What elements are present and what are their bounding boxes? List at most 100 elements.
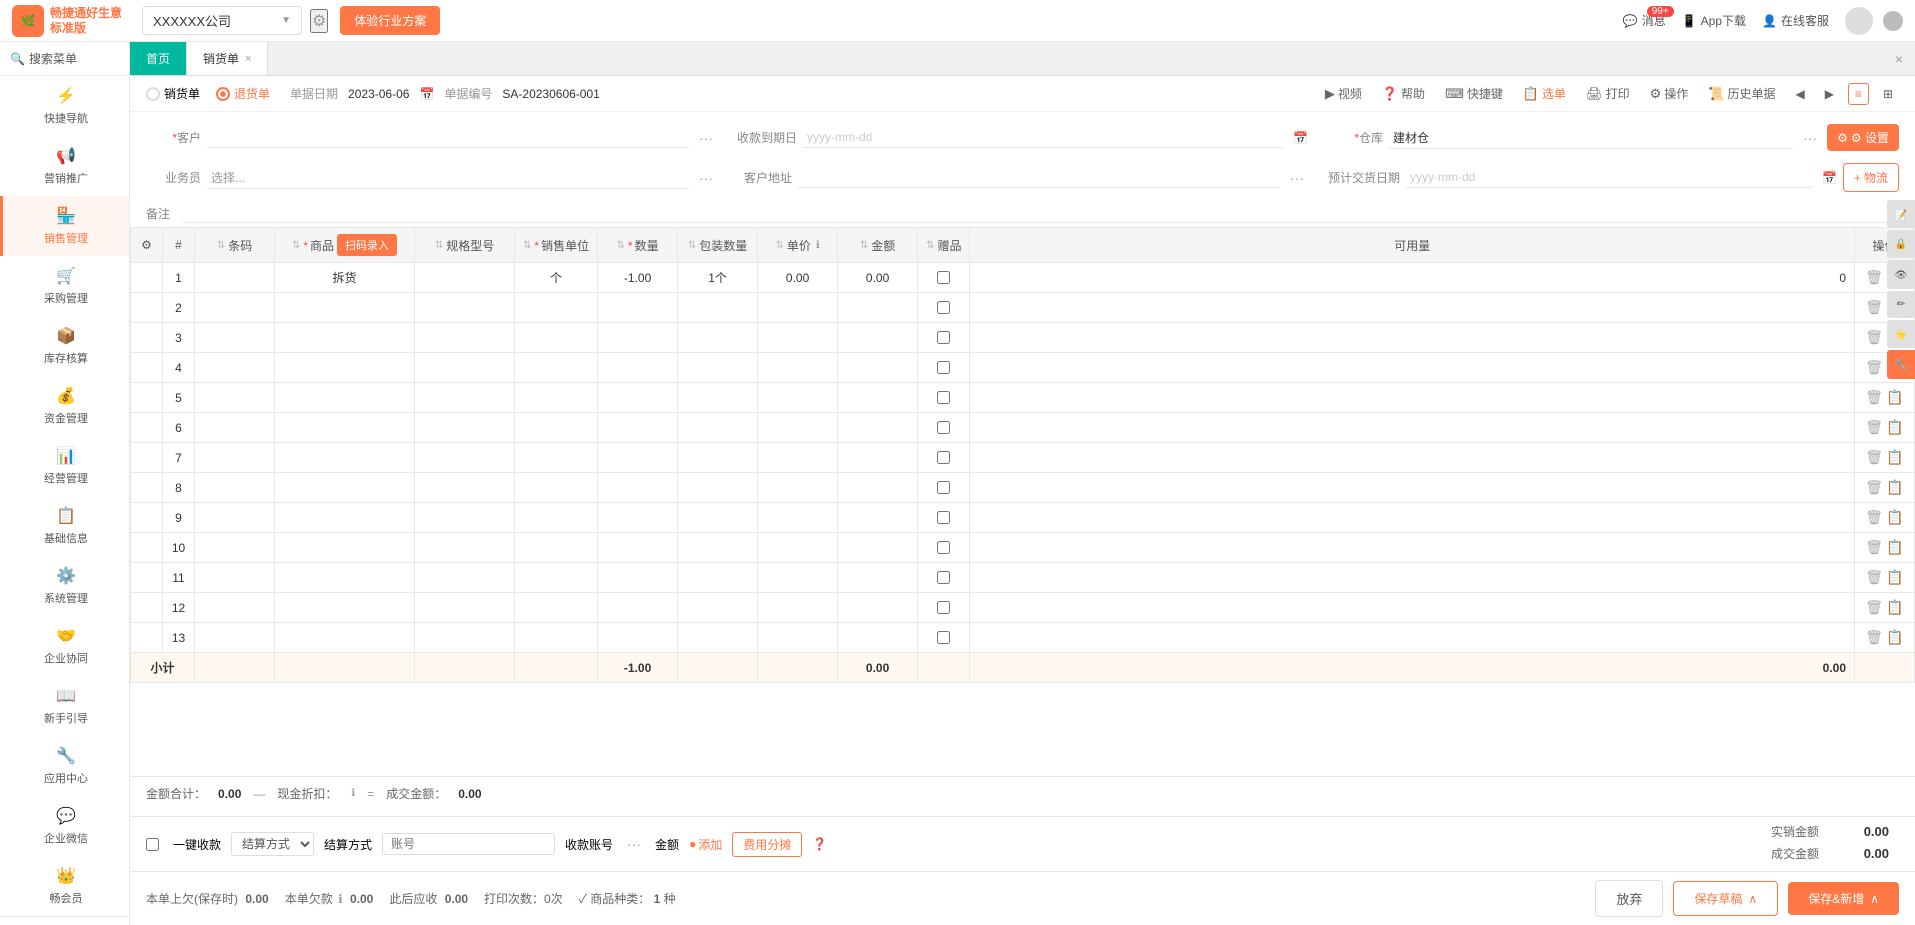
calendar-icon[interactable]: 📅 xyxy=(419,87,434,101)
cell-gift-5[interactable] xyxy=(918,413,970,443)
cell-pkgqty-9[interactable] xyxy=(678,533,758,563)
sidebar-item-business[interactable]: 📊 经营管理 xyxy=(0,436,129,496)
col-spec[interactable]: ⇅ 规格型号 xyxy=(415,228,515,263)
cell-gift-11[interactable] xyxy=(918,593,970,623)
scan-button[interactable]: 扫码录入 xyxy=(337,234,397,256)
delete-icon-5[interactable]: 🗑 xyxy=(1865,419,1883,435)
sidebar-item-basics[interactable]: 📋 基础信息 xyxy=(0,496,129,556)
cell-gift-8[interactable] xyxy=(918,503,970,533)
sidebar-item-enterprise[interactable]: 🤝 企业协同 xyxy=(0,616,129,676)
cell-product-7[interactable] xyxy=(275,473,415,503)
cell-gift-0[interactable] xyxy=(918,263,970,293)
cell-pkgqty-3[interactable] xyxy=(678,353,758,383)
gift-checkbox-1[interactable] xyxy=(937,301,950,314)
cell-pkgqty-5[interactable] xyxy=(678,413,758,443)
gift-checkbox-4[interactable] xyxy=(937,391,950,404)
cell-unit-1[interactable] xyxy=(515,293,598,323)
cell-gift-4[interactable] xyxy=(918,383,970,413)
add-button[interactable]: ● 添加 xyxy=(689,836,722,853)
next-button[interactable]: ▶ xyxy=(1819,84,1840,104)
cell-barcode-5[interactable] xyxy=(195,413,275,443)
cell-product-6[interactable] xyxy=(275,443,415,473)
cell-product-0[interactable]: 拆货 xyxy=(275,263,415,293)
avatar[interactable] xyxy=(1845,7,1873,35)
online-service-button[interactable]: 👤 在线客服 xyxy=(1762,12,1829,29)
cell-unit-5[interactable] xyxy=(515,413,598,443)
cell-amount-8[interactable] xyxy=(838,503,918,533)
cell-spec-9[interactable] xyxy=(415,533,515,563)
cell-gift-6[interactable] xyxy=(918,443,970,473)
cell-amount-12[interactable] xyxy=(838,623,918,653)
delete-icon-1[interactable]: 🗑 xyxy=(1865,299,1883,315)
cell-price-7[interactable] xyxy=(758,473,838,503)
cell-quantity-9[interactable] xyxy=(598,533,678,563)
tab-close-all-button[interactable]: × xyxy=(1883,43,1915,75)
method-select[interactable]: 结算方式 xyxy=(231,832,314,856)
cell-unit-11[interactable] xyxy=(515,593,598,623)
rp-btn-5[interactable]: ⭐ xyxy=(1887,320,1915,348)
cell-quantity-1[interactable] xyxy=(598,293,678,323)
cell-pkgqty-0[interactable]: 1个 xyxy=(678,263,758,293)
cell-spec-0[interactable] xyxy=(415,263,515,293)
cell-spec-5[interactable] xyxy=(415,413,515,443)
delete-icon-8[interactable]: 🗑 xyxy=(1865,509,1883,525)
cell-unit-12[interactable] xyxy=(515,623,598,653)
cell-price-1[interactable] xyxy=(758,293,838,323)
cell-quantity-6[interactable] xyxy=(598,443,678,473)
history-button[interactable]: 📜 历史单据 xyxy=(1702,82,1781,105)
cell-quantity-12[interactable] xyxy=(598,623,678,653)
cell-barcode-1[interactable] xyxy=(195,293,275,323)
rp-btn-1[interactable]: 📝 xyxy=(1887,200,1915,228)
cell-amount-11[interactable] xyxy=(838,593,918,623)
cell-unit-6[interactable] xyxy=(515,443,598,473)
gift-checkbox-12[interactable] xyxy=(937,631,950,644)
sidebar-item-marketing[interactable]: 📢 营销推广 xyxy=(0,136,129,196)
cell-barcode-12[interactable] xyxy=(195,623,275,653)
cell-price-12[interactable] xyxy=(758,623,838,653)
cell-unit-2[interactable] xyxy=(515,323,598,353)
cell-pkgqty-7[interactable] xyxy=(678,473,758,503)
col-package-qty[interactable]: ⇅ 包装数量 xyxy=(678,228,758,263)
payment-help-icon[interactable]: ❓ xyxy=(812,837,827,851)
gift-checkbox-3[interactable] xyxy=(937,361,950,374)
cell-pkgqty-6[interactable] xyxy=(678,443,758,473)
cell-spec-4[interactable] xyxy=(415,383,515,413)
view-toggle-list[interactable]: ≡ xyxy=(1848,83,1869,105)
salesperson-value[interactable]: 选择... xyxy=(207,167,689,189)
cell-spec-12[interactable] xyxy=(415,623,515,653)
cell-unit-8[interactable] xyxy=(515,503,598,533)
col-quantity[interactable]: ⇅ 数量 xyxy=(598,228,678,263)
cell-price-0[interactable]: 0.00 xyxy=(758,263,838,293)
tab-sales-order[interactable]: 销货单 × xyxy=(187,42,268,75)
gift-checkbox-11[interactable] xyxy=(937,601,950,614)
delete-icon-10[interactable]: 🗑 xyxy=(1865,569,1883,585)
copy-icon-12[interactable]: 📋 xyxy=(1886,629,1903,645)
customer-dots[interactable]: ··· xyxy=(695,130,717,146)
cell-amount-5[interactable] xyxy=(838,413,918,443)
cell-product-1[interactable] xyxy=(275,293,415,323)
save-draft-button[interactable]: 保存草稿 ∧ xyxy=(1673,881,1778,916)
cell-price-2[interactable] xyxy=(758,323,838,353)
cell-spec-6[interactable] xyxy=(415,443,515,473)
cell-quantity-10[interactable] xyxy=(598,563,678,593)
customer-address-dots[interactable]: ··· xyxy=(1286,170,1308,186)
cell-unit-4[interactable] xyxy=(515,383,598,413)
customer-value[interactable] xyxy=(207,128,689,148)
cell-amount-7[interactable] xyxy=(838,473,918,503)
cell-amount-9[interactable] xyxy=(838,533,918,563)
owe-info-icon[interactable]: ℹ xyxy=(338,892,343,906)
cell-barcode-10[interactable] xyxy=(195,563,275,593)
delete-icon-11[interactable]: 🗑 xyxy=(1865,599,1883,615)
copy-icon-9[interactable]: 📋 xyxy=(1886,539,1903,555)
prev-button[interactable]: ◀ xyxy=(1789,84,1810,104)
cell-pkgqty-12[interactable] xyxy=(678,623,758,653)
copy-icon-11[interactable]: 📋 xyxy=(1886,599,1903,615)
gift-checkbox-7[interactable] xyxy=(937,481,950,494)
cell-pkgqty-1[interactable] xyxy=(678,293,758,323)
cell-barcode-4[interactable] xyxy=(195,383,275,413)
sidebar-item-purchase[interactable]: 🛒 采购管理 xyxy=(0,256,129,316)
sidebar-item-system[interactable]: ⚙️ 系统管理 xyxy=(0,556,129,616)
sidebar-item-quick-nav[interactable]: ⚡ 快捷导航 xyxy=(0,76,129,136)
col-product[interactable]: ⇅ 商品 扫码录入 xyxy=(275,228,415,263)
col-unit[interactable]: ⇅ 销售单位 xyxy=(515,228,598,263)
